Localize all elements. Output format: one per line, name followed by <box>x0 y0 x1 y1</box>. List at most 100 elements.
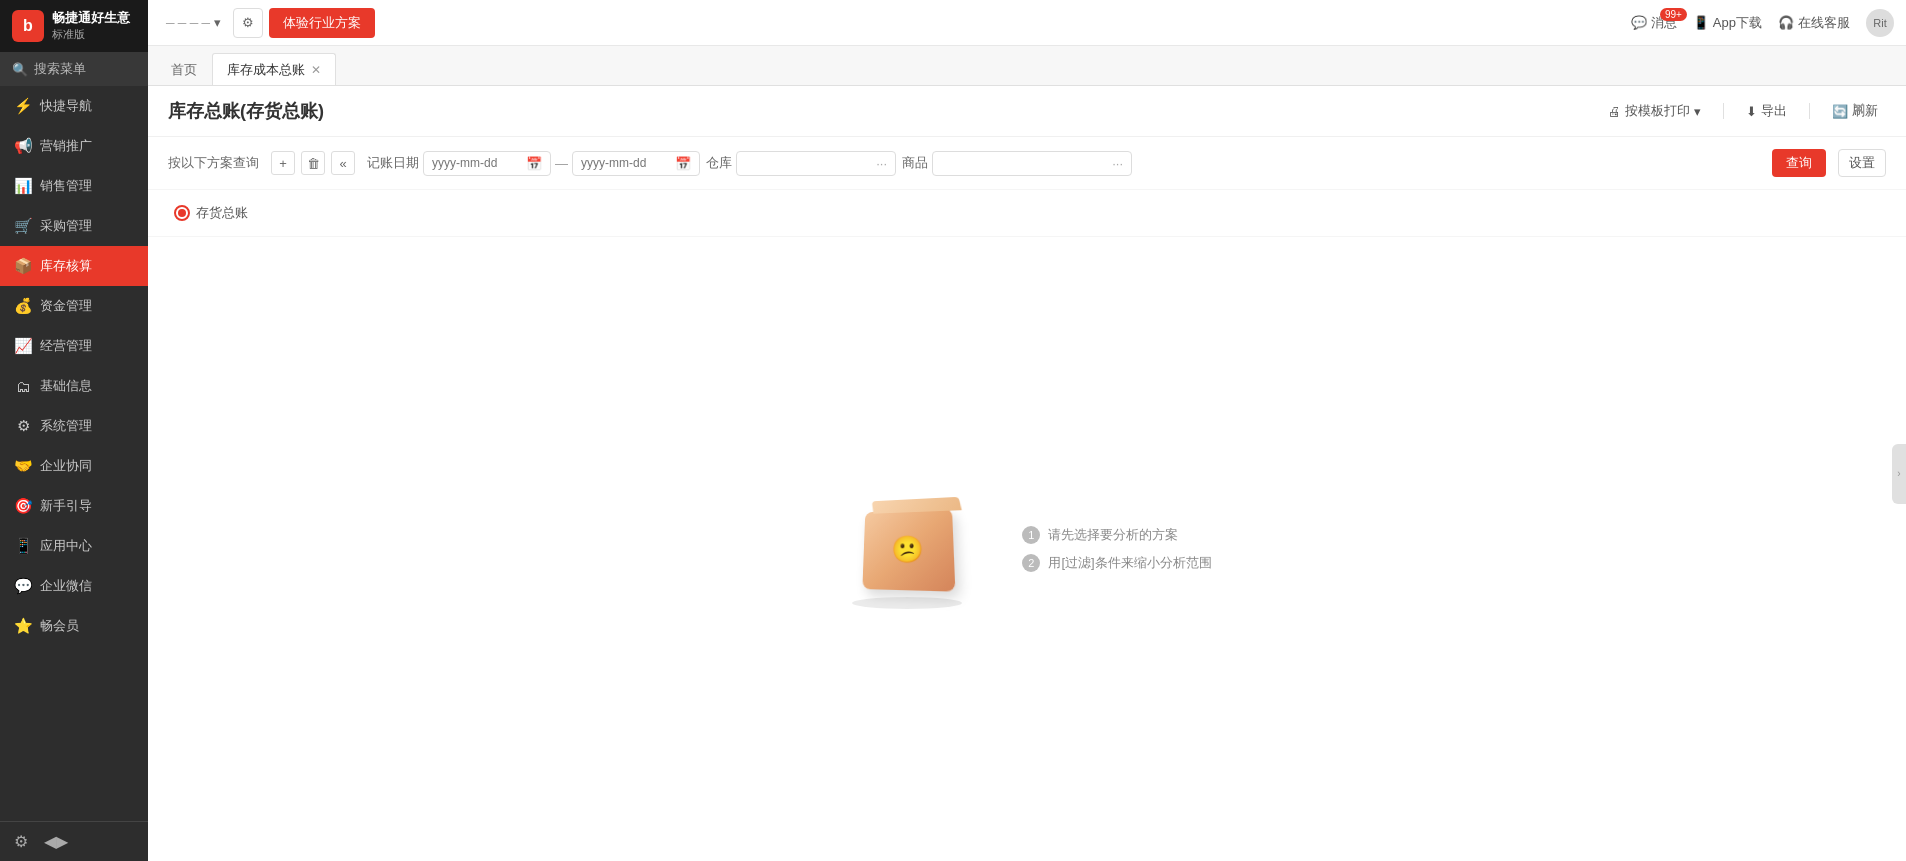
sidebar-item-app-center[interactable]: 📱 应用中心 <box>0 526 148 566</box>
product-select[interactable]: ··· <box>932 151 1132 176</box>
empty-tip-2: 2 用[过滤]条件来缩小分析范围 <box>1022 554 1211 572</box>
sidebar-item-basic-info[interactable]: 🗂 基础信息 <box>0 366 148 406</box>
system-icon: ⚙ <box>14 417 32 435</box>
collapse-icon[interactable]: ◀▶ <box>44 832 68 851</box>
user-avatar[interactable]: Rit <box>1866 9 1894 37</box>
online-service-label: 在线客服 <box>1798 14 1850 32</box>
wechat-label: 企业微信 <box>40 577 92 595</box>
basic-info-label: 基础信息 <box>40 377 92 395</box>
marketing-icon: 📢 <box>14 137 32 155</box>
sidebar-item-cooperation[interactable]: 🤝 企业协同 <box>0 446 148 486</box>
warehouse-more-icon[interactable]: ··· <box>876 156 887 171</box>
sidebar-item-sales[interactable]: 📊 销售管理 <box>0 166 148 206</box>
search-menu-label: 搜索菜单 <box>34 60 86 78</box>
date-to-input[interactable]: 📅 <box>572 151 700 176</box>
filter-label: 按以下方案查询 <box>168 154 259 172</box>
headset-icon: 🎧 <box>1778 15 1794 30</box>
date-field-label: 记账日期 <box>367 154 419 172</box>
collapse-filter-btn[interactable]: « <box>331 151 355 175</box>
product-more-icon[interactable]: ··· <box>1112 156 1123 171</box>
sidebar-item-inventory[interactable]: 📦 库存核算 <box>0 246 148 286</box>
tab-inventory-cost[interactable]: 库存成本总账 ✕ <box>212 53 336 85</box>
divider-2 <box>1809 103 1810 119</box>
operations-icon: 📈 <box>14 337 32 355</box>
gear-button[interactable]: ⚙ <box>233 8 263 38</box>
empty-illustration: 😕 <box>842 489 982 609</box>
tab-close-icon[interactable]: ✕ <box>311 64 321 76</box>
topbar: ─ ─ ─ ─ ▾ ⚙ 体验行业方案 💬 消息 99+ 📱 App下载 🎧 在线… <box>148 0 1906 46</box>
content-area: 库存总账(存货总账) 🖨 按模板打印 ▾ ⬇ 导出 🔄 刷新 <box>148 86 1906 861</box>
page-header: 库存总账(存货总账) 🖨 按模板打印 ▾ ⬇ 导出 🔄 刷新 <box>148 86 1906 137</box>
tab-home[interactable]: 首页 <box>156 53 212 85</box>
gear-icon: ⚙ <box>242 15 254 30</box>
system-label: 系统管理 <box>40 417 92 435</box>
avatar-img: Rit <box>1866 9 1894 37</box>
industry-btn[interactable]: 体验行业方案 <box>269 8 375 38</box>
right-panel-toggle[interactable]: › <box>1892 444 1906 504</box>
filter-group: 记账日期 📅 — 📅 仓库 ··· <box>367 151 1760 176</box>
logo-text: 畅捷通好生意 标准版 <box>52 10 130 41</box>
settings-footer-icon[interactable]: ⚙ <box>14 832 28 851</box>
warehouse-select[interactable]: ··· <box>736 151 896 176</box>
sidebar-search[interactable]: 🔍 搜索菜单 <box>0 52 148 86</box>
date-from-input[interactable]: 📅 <box>423 151 551 176</box>
print-template-btn[interactable]: 🖨 按模板打印 ▾ <box>1600 98 1709 124</box>
product-field-label: 商品 <box>902 154 928 172</box>
sidebar-item-marketing[interactable]: 📢 营销推广 <box>0 126 148 166</box>
app-center-icon: 📱 <box>14 537 32 555</box>
topbar-left: ─ ─ ─ ─ ▾ ⚙ 体验行业方案 <box>160 8 1623 38</box>
tab-home-label: 首页 <box>171 61 197 79</box>
page-title: 库存总账(存货总账) <box>168 99 324 123</box>
warehouse-field-label: 仓库 <box>706 154 732 172</box>
panel-close-btn[interactable]: ✕ <box>1851 98 1866 120</box>
purchase-label: 采购管理 <box>40 217 92 235</box>
scheme-item-label: 存货总账 <box>196 204 248 222</box>
message-icon: 💬 <box>1631 15 1647 30</box>
date-from-field[interactable] <box>432 156 522 170</box>
sidebar-item-vip[interactable]: ⭐ 畅会员 <box>0 606 148 646</box>
app-center-label: 应用中心 <box>40 537 92 555</box>
inventory-icon: 📦 <box>14 257 32 275</box>
operations-label: 经营管理 <box>40 337 92 355</box>
vip-label: 畅会员 <box>40 617 79 635</box>
app-download-btn[interactable]: 📱 App下载 <box>1693 14 1762 32</box>
export-icon: ⬇ <box>1746 104 1757 119</box>
page-actions: 🖨 按模板打印 ▾ ⬇ 导出 🔄 刷新 <box>1600 98 1886 124</box>
empty-box: 😕 <box>863 509 956 592</box>
empty-shadow <box>852 597 962 609</box>
calendar-from-icon[interactable]: 📅 <box>526 156 542 171</box>
sidebar-item-wechat[interactable]: 💬 企业微信 <box>0 566 148 606</box>
sidebar-item-quick-nav[interactable]: ⚡ 快捷导航 <box>0 86 148 126</box>
sidebar-item-finance[interactable]: 💰 资金管理 <box>0 286 148 326</box>
wechat-icon: 💬 <box>14 577 32 595</box>
sidebar-item-purchase[interactable]: 🛒 采购管理 <box>0 206 148 246</box>
divider-1 <box>1723 103 1724 119</box>
delete-filter-btn[interactable]: 🗑 <box>301 151 325 175</box>
add-filter-btn[interactable]: + <box>271 151 295 175</box>
message-badge: 99+ <box>1660 8 1687 21</box>
message-btn[interactable]: 💬 消息 99+ <box>1631 14 1677 32</box>
query-btn[interactable]: 查询 <box>1772 149 1826 177</box>
sidebar-item-system[interactable]: ⚙ 系统管理 <box>0 406 148 446</box>
empty-box-face: 😕 <box>891 533 923 564</box>
sales-icon: 📊 <box>14 177 32 195</box>
finance-label: 资金管理 <box>40 297 92 315</box>
brand-name: 畅捷通好生意 <box>52 10 130 27</box>
export-btn[interactable]: ⬇ 导出 <box>1738 98 1795 124</box>
warehouse-filter-field: 仓库 ··· <box>706 151 896 176</box>
settings-btn[interactable]: 设置 <box>1838 149 1886 177</box>
scheme-selector[interactable]: ─ ─ ─ ─ ▾ <box>160 12 227 33</box>
sidebar-footer: ⚙ ◀▶ <box>0 821 148 861</box>
inventory-label: 库存核算 <box>40 257 92 275</box>
online-service-btn[interactable]: 🎧 在线客服 <box>1778 14 1850 32</box>
tab-inventory-cost-label: 库存成本总账 <box>227 61 305 79</box>
date-to-field[interactable] <box>581 156 671 170</box>
sidebar-item-operations[interactable]: 📈 经营管理 <box>0 326 148 366</box>
sidebar: b 畅捷通好生意 标准版 🔍 搜索菜单 ⚡ 快捷导航 📢 营销推广 📊 销售管理… <box>0 0 148 861</box>
vip-icon: ⭐ <box>14 617 32 635</box>
calendar-to-icon[interactable]: 📅 <box>675 156 691 171</box>
sidebar-logo: b 畅捷通好生意 标准版 <box>0 0 148 52</box>
sidebar-item-newbie[interactable]: 🎯 新手引导 <box>0 486 148 526</box>
scheme-item-inventory[interactable]: 存货总账 <box>164 198 1890 228</box>
newbie-label: 新手引导 <box>40 497 92 515</box>
